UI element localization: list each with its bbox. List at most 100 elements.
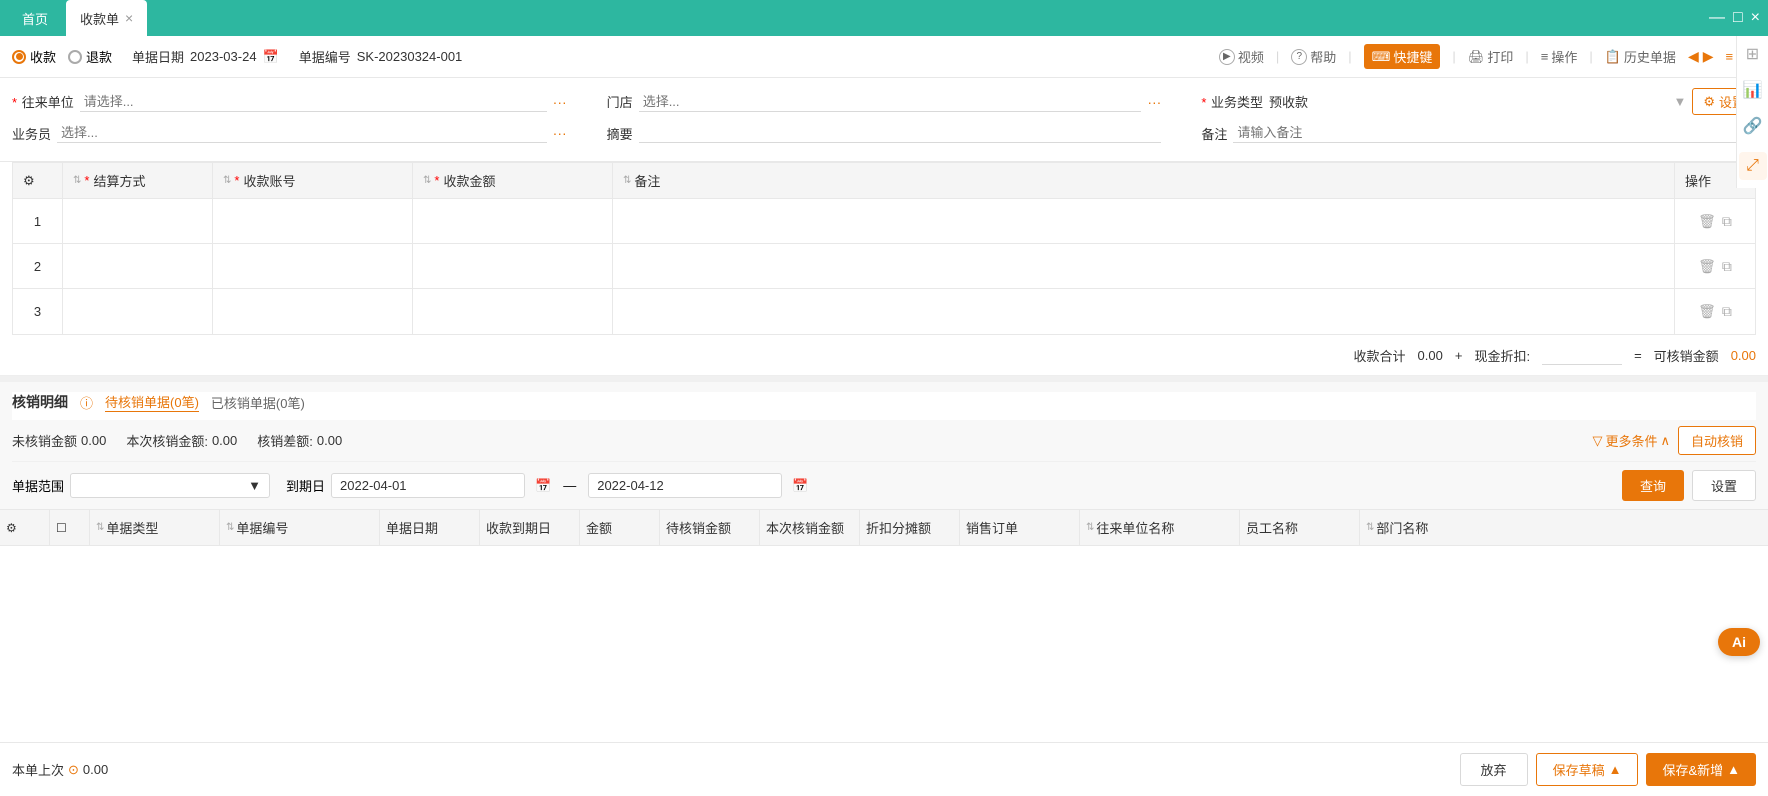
biz-type-select[interactable]: 预收款 bbox=[1269, 92, 1667, 111]
form-row-2: 业务员 ··· 摘要 备注 bbox=[12, 123, 1756, 143]
tab-bar-right: — □ × bbox=[1709, 9, 1760, 27]
verification-header: 核销明细 ⓘ 待核销单据(0笔) 已核销单据(0笔) bbox=[12, 392, 1756, 420]
tab-receipt[interactable]: 收款单 × bbox=[66, 0, 147, 36]
tab-bar: 首页 收款单 × — □ × bbox=[0, 0, 1768, 36]
td-account-2[interactable] bbox=[213, 244, 413, 288]
delete-icon-1[interactable]: 🗑 bbox=[1698, 213, 1716, 230]
radio-receipt[interactable]: 收款 bbox=[12, 47, 56, 66]
copy-icon-2[interactable]: ⧉ bbox=[1722, 258, 1732, 275]
window-close-icon[interactable]: × bbox=[1751, 9, 1760, 27]
summary-field: 摘要 bbox=[607, 123, 1162, 143]
delete-icon-2[interactable]: 🗑 bbox=[1698, 258, 1716, 275]
bth-due-date: 收款到期日 bbox=[480, 510, 580, 545]
footer-info: 本单上次 ⊙ 0.00 bbox=[12, 760, 108, 779]
remark-input[interactable] bbox=[1233, 123, 1756, 143]
bth-gear[interactable]: ⚙ bbox=[0, 510, 50, 545]
bth-dept-name: ⇅ 部门名称 bbox=[1360, 510, 1480, 545]
toolbar-right: ▶ 视频 | ? 帮助 | ⌨ 快捷键 | 🖨 打印 | ≡ 操作 bbox=[1219, 44, 1756, 69]
bth-pending-amount: 待核销金额 bbox=[660, 510, 760, 545]
date-from-input[interactable] bbox=[331, 473, 525, 498]
range-select[interactable]: ▼ bbox=[70, 473, 270, 498]
discount-input[interactable] bbox=[1542, 345, 1622, 365]
due-date-field: 到期日 📅 — 📅 bbox=[286, 473, 808, 498]
store-field: 门店 ··· bbox=[607, 92, 1162, 112]
auto-verify-btn[interactable]: 自动核销 bbox=[1678, 426, 1756, 455]
filter-icon: ▽ bbox=[1592, 433, 1602, 449]
main-content: 收款 退款 单据日期 2023-03-24 📅 单据编号 SK-20230324… bbox=[0, 36, 1768, 796]
info-icon[interactable]: ⓘ bbox=[80, 393, 93, 412]
save-new-button[interactable]: 保存&新增 ▲ bbox=[1646, 753, 1756, 786]
history-btn[interactable]: 📋 历史单据 bbox=[1605, 47, 1676, 66]
nav-left-icon[interactable]: ◀ bbox=[1688, 48, 1699, 65]
td-amount-1[interactable] bbox=[413, 199, 613, 243]
store-input[interactable] bbox=[639, 92, 1142, 112]
th-payment: ⇅ * 结算方式 bbox=[63, 163, 213, 198]
date-from-calendar-icon[interactable]: 📅 bbox=[535, 478, 551, 494]
table-gear-icon: ⚙ bbox=[23, 173, 35, 189]
radio-refund[interactable]: 退款 bbox=[68, 47, 112, 66]
radio-circle-refund bbox=[68, 50, 82, 64]
td-amount-3[interactable] bbox=[413, 289, 613, 334]
summary-row: 收款合计 0.00 + 现金折扣: = 可核销金额 0.00 bbox=[0, 335, 1768, 376]
partner-input[interactable] bbox=[80, 92, 547, 112]
bottom-table-header: ⚙ ☐ ⇅ 单据类型 ⇅ 单据编号 单据日期 收款到期日 金额 待核销金额 本次… bbox=[0, 509, 1768, 546]
bth-partner-name: ⇅ 往来单位名称 bbox=[1080, 510, 1240, 545]
ai-float-button[interactable]: Ai bbox=[1718, 628, 1760, 656]
video-icon: ▶ bbox=[1219, 49, 1235, 65]
copy-icon-3[interactable]: ⧉ bbox=[1722, 303, 1732, 320]
delete-icon-3[interactable]: 🗑 bbox=[1698, 303, 1716, 320]
verification-setting-btn[interactable]: 设置 bbox=[1692, 470, 1756, 501]
tab-home[interactable]: 首页 bbox=[8, 0, 62, 36]
biz-type-dropdown-icon[interactable]: ▼ bbox=[1673, 94, 1686, 109]
sidebar-expand-icon[interactable]: ⤢ bbox=[1739, 152, 1767, 180]
th-settings[interactable]: ⚙ bbox=[13, 163, 63, 198]
print-btn[interactable]: 🖨 打印 bbox=[1468, 47, 1514, 66]
copy-icon-1[interactable]: ⧉ bbox=[1722, 213, 1732, 230]
footer-info-icon[interactable]: ⊙ bbox=[68, 762, 79, 778]
date-to-calendar-icon[interactable]: 📅 bbox=[792, 478, 808, 494]
shortcut-btn[interactable]: ⌨ 快捷键 bbox=[1364, 44, 1441, 69]
staff-more-icon[interactable]: ··· bbox=[553, 125, 567, 141]
td-account-1[interactable] bbox=[213, 199, 413, 243]
radio-circle-receipt bbox=[12, 50, 26, 64]
pending-link[interactable]: 待核销单据(0笔) bbox=[105, 392, 199, 412]
date-field: 单据日期 2023-03-24 📅 bbox=[132, 47, 279, 66]
nav-right-icon[interactable]: ▶ bbox=[1703, 48, 1714, 65]
th-account: ⇅ * 收款账号 bbox=[213, 163, 413, 198]
partner-more-icon[interactable]: ··· bbox=[553, 94, 567, 110]
save-draft-button[interactable]: 保存草稿 ▲ bbox=[1536, 753, 1639, 786]
video-btn[interactable]: ▶ 视频 bbox=[1219, 47, 1264, 66]
staff-input[interactable] bbox=[57, 123, 547, 143]
done-link[interactable]: 已核销单据(0笔) bbox=[211, 393, 305, 412]
summary-input[interactable] bbox=[639, 123, 1162, 143]
discard-button[interactable]: 放弃 bbox=[1460, 753, 1528, 786]
td-remark-3[interactable] bbox=[613, 289, 1675, 334]
td-payment-1[interactable] bbox=[63, 199, 213, 243]
table-row: 3 🗑 ⧉ bbox=[13, 289, 1755, 334]
td-payment-2[interactable] bbox=[63, 244, 213, 288]
window-maximize-icon[interactable]: □ bbox=[1733, 9, 1743, 27]
td-amount-2[interactable] bbox=[413, 244, 613, 288]
operation-btn[interactable]: ≡ 操作 bbox=[1541, 47, 1578, 66]
store-more-icon[interactable]: ··· bbox=[1147, 94, 1161, 110]
bth-bill-date: 单据日期 bbox=[380, 510, 480, 545]
save-draft-dropdown-icon: ▲ bbox=[1609, 762, 1622, 777]
td-remark-1[interactable] bbox=[613, 199, 1675, 243]
date-to-input[interactable] bbox=[588, 473, 782, 498]
calendar-icon[interactable]: 📅 bbox=[263, 49, 279, 65]
td-remark-2[interactable] bbox=[613, 244, 1675, 288]
sidebar-link-icon[interactable]: 🔗 bbox=[1743, 116, 1763, 136]
td-payment-3[interactable] bbox=[63, 289, 213, 334]
th-remark: ⇅ 备注 bbox=[613, 163, 1675, 198]
td-actions-1: 🗑 ⧉ bbox=[1675, 199, 1755, 243]
sidebar-table-icon[interactable]: ⊞ bbox=[1746, 44, 1759, 64]
td-account-3[interactable] bbox=[213, 289, 413, 334]
sidebar-chart-icon[interactable]: 📊 bbox=[1743, 80, 1763, 100]
window-minimize-icon[interactable]: — bbox=[1709, 9, 1725, 27]
bth-checkbox[interactable]: ☐ bbox=[50, 510, 90, 545]
more-conditions-btn[interactable]: ▽ 更多条件 ∧ bbox=[1592, 431, 1670, 450]
tab-close-icon[interactable]: × bbox=[125, 10, 133, 26]
list-view-icon[interactable]: ≡ bbox=[1726, 49, 1734, 64]
help-btn[interactable]: ? 帮助 bbox=[1291, 47, 1336, 66]
query-btn[interactable]: 查询 bbox=[1622, 470, 1684, 501]
